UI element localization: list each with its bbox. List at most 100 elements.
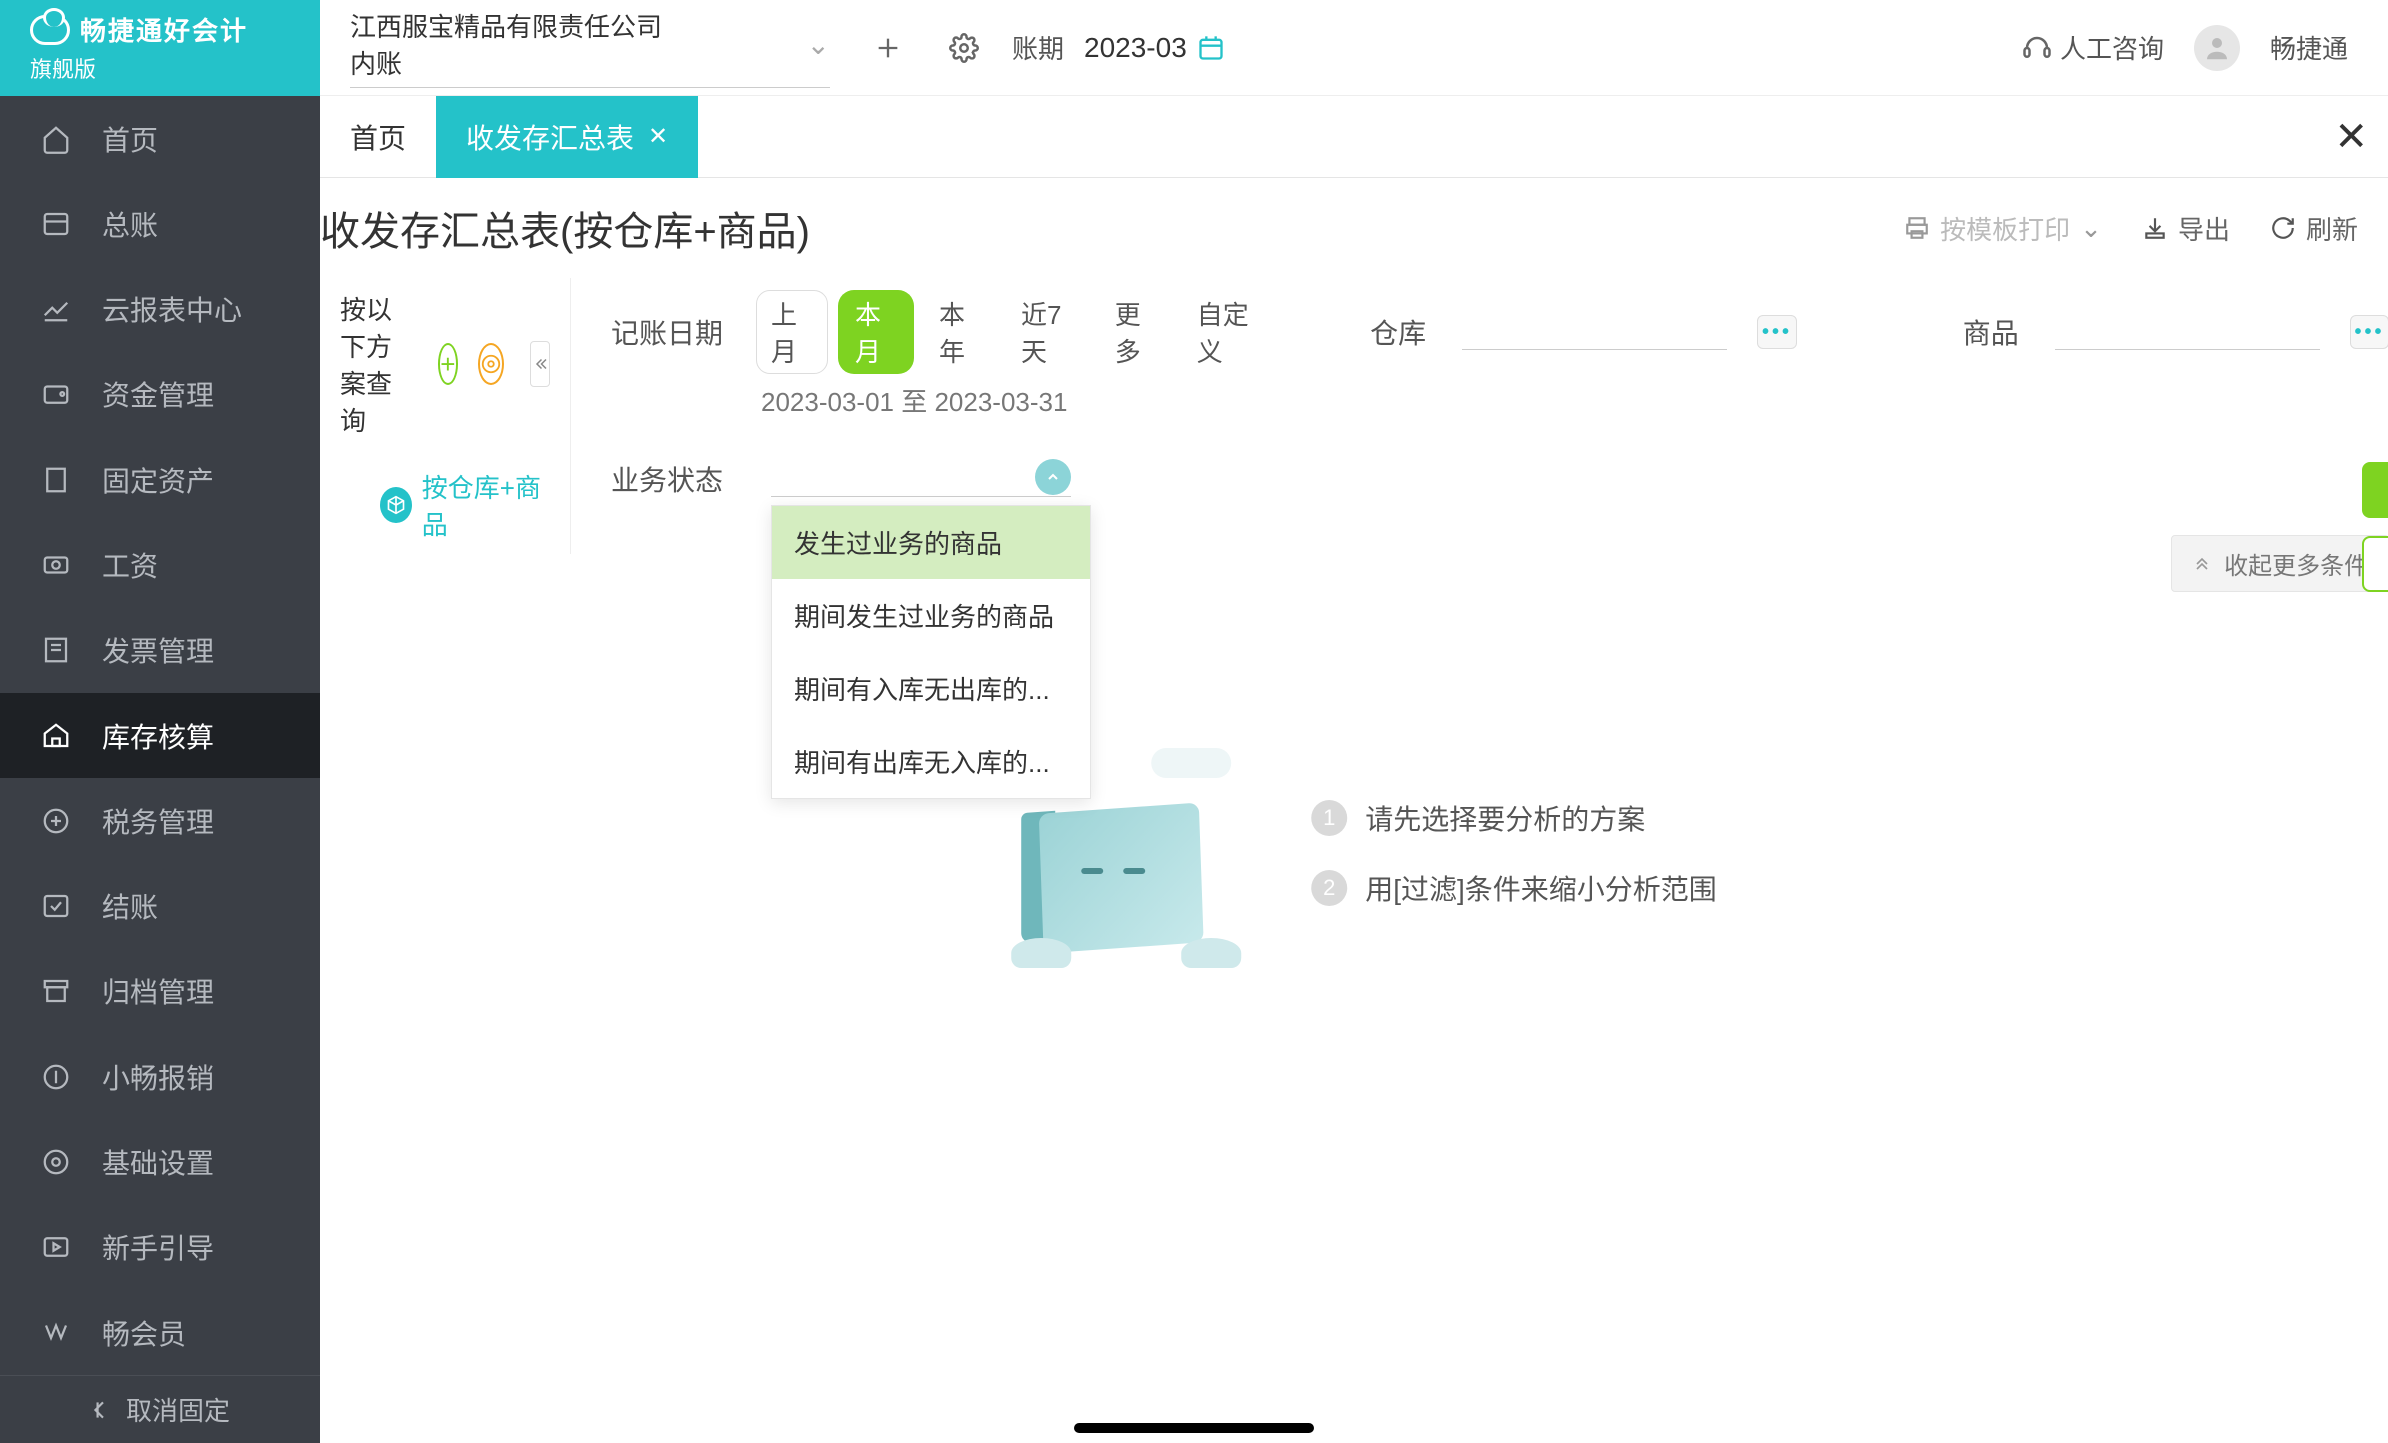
topbar: 畅捷通好会计 旗舰版 江西服宝精品有限责任公司内账 ⌄ 账期 2023-03 人… [0, 0, 2388, 96]
sidebar-item-home[interactable]: 首页 [0, 96, 320, 181]
chip-7days[interactable]: 近7天 [1006, 290, 1090, 374]
support-button[interactable]: 人工咨询 [2022, 29, 2164, 66]
tab-summary[interactable]: 收发存汇总表 ✕ [436, 96, 698, 178]
home-indicator [1074, 1423, 1314, 1433]
sidebar-item-guide[interactable]: 新手引导 [0, 1205, 320, 1290]
tax-icon [40, 805, 72, 837]
chevron-left-icon [531, 355, 549, 373]
headset-icon [2022, 33, 2052, 63]
sidebar-item-tax[interactable]: 税务管理 [0, 778, 320, 863]
warehouse-picker[interactable]: ••• [1757, 315, 1796, 349]
print-button[interactable]: 按模板打印 ⌄ [1904, 210, 2102, 247]
gear-icon[interactable] [946, 30, 982, 66]
chip-custom[interactable]: 自定义 [1182, 290, 1275, 374]
product-input[interactable] [2055, 314, 2320, 350]
logo-block: 畅捷通好会计 旗舰版 [0, 0, 320, 96]
scheme-settings-button[interactable] [478, 343, 504, 385]
sidebar-item-inventory[interactable]: 库存核算 [0, 693, 320, 778]
status-dropdown: 发生过业务的商品 期间发生过业务的商品 期间有入库无出库的... 期间有出库无入… [771, 505, 1091, 799]
empty-step-2: 2 用[过滤]条件来缩小分析范围 [1311, 868, 1717, 908]
primary-action-button[interactable] [2362, 462, 2388, 518]
cloud-logo-icon [30, 15, 70, 45]
add-scheme-button[interactable]: + [438, 343, 458, 385]
brand-name: 畅捷通好会计 [80, 11, 248, 48]
close-icon[interactable]: ✕ [648, 122, 668, 151]
chip-more[interactable]: 更多 [1100, 290, 1172, 374]
dropdown-item[interactable]: 期间有出库无入库的... [772, 725, 1090, 798]
tab-home[interactable]: 首页 [320, 96, 436, 178]
sidebar-item-funds[interactable]: 资金管理 [0, 352, 320, 437]
sidebar-item-expense[interactable]: 小畅报销 [0, 1034, 320, 1119]
wallet-icon [40, 378, 72, 410]
inventory-icon [40, 720, 72, 752]
expense-icon [40, 1061, 72, 1093]
user-name[interactable]: 畅捷通 [2270, 29, 2348, 66]
page-area: 收发存汇总表(按仓库+商品) 按模板打印 ⌄ 导出 刷新 按以下方案查询 + [320, 178, 2388, 1443]
avatar[interactable] [2194, 25, 2240, 71]
sidebar-item-settings[interactable]: 基础设置 [0, 1119, 320, 1204]
export-button[interactable]: 导出 [2142, 210, 2230, 247]
dropdown-item[interactable]: 发生过业务的商品 [772, 506, 1090, 579]
add-icon[interactable] [870, 30, 906, 66]
dropdown-item[interactable]: 期间发生过业务的商品 [772, 579, 1090, 652]
sidebar-item-reports[interactable]: 云报表中心 [0, 267, 320, 352]
status-select[interactable]: 发生过业务的商品 期间发生过业务的商品 期间有入库无出库的... 期间有出库无入… [771, 461, 1071, 497]
warehouse-input[interactable] [1462, 314, 1727, 350]
gear-icon [40, 1146, 72, 1178]
chip-prev-month[interactable]: 上月 [756, 290, 828, 374]
step-badge: 1 [1311, 800, 1347, 836]
sidebar-item-salary[interactable]: 工资 [0, 522, 320, 607]
period-value[interactable]: 2023-03 [1084, 32, 1187, 64]
close-all-tabs[interactable]: ✕ [2334, 114, 2368, 160]
product-label: 商品 [1963, 312, 2025, 352]
sidebar-unpin[interactable]: 取消固定 [0, 1375, 320, 1443]
export-icon [2142, 215, 2168, 241]
status-label: 业务状态 [611, 459, 741, 499]
brand-edition: 旗舰版 [30, 52, 320, 84]
chip-this-year[interactable]: 本年 [924, 290, 996, 374]
collapse-panel-button[interactable] [530, 341, 550, 387]
calendar-icon[interactable] [1197, 34, 1225, 62]
chevron-up-icon[interactable] [1035, 459, 1071, 495]
secondary-action-button[interactable] [2362, 536, 2388, 592]
archive-icon [40, 975, 72, 1007]
filter-fields: 记账日期 上月 本月 本年 近7天 更多 自定义 仓库 ••• 商品 ••• 2… [571, 278, 2388, 554]
company-selector[interactable]: 江西服宝精品有限责任公司内账 ⌄ [350, 7, 830, 88]
warehouse-label: 仓库 [1370, 312, 1432, 352]
collapse-conditions[interactable]: 收起更多条件 [2171, 535, 2388, 592]
period-label: 账期 [1012, 29, 1064, 66]
page-header: 收发存汇总表(按仓库+商品) 按模板打印 ⌄ 导出 刷新 [320, 178, 2388, 278]
sidebar-item-invoice[interactable]: 发票管理 [0, 608, 320, 693]
ledger-icon [40, 208, 72, 240]
sidebar-item-assets[interactable]: 固定资产 [0, 437, 320, 522]
collapse-icon [90, 1397, 116, 1423]
refresh-icon [2270, 215, 2296, 241]
sidebar-item-ledger[interactable]: 总账 [0, 181, 320, 266]
date-label: 记账日期 [611, 312, 726, 352]
chevron-down-icon: ⌄ [807, 28, 830, 61]
empty-step-1: 1 请先选择要分析的方案 [1311, 798, 1717, 838]
date-range: 2023-03-01 至 2023-03-31 [761, 382, 2388, 419]
refresh-button[interactable]: 刷新 [2270, 210, 2358, 247]
support-label: 人工咨询 [2060, 29, 2164, 66]
printer-icon [1904, 215, 1930, 241]
filter-panel: 按以下方案查询 + 按仓库+商品 记账日期 上月 [320, 278, 2388, 554]
product-picker[interactable]: ••• [2350, 315, 2388, 349]
scheme-item[interactable]: 按仓库+商品 [340, 468, 550, 542]
dropdown-item[interactable]: 期间有入库无出库的... [772, 652, 1090, 725]
salary-icon [40, 549, 72, 581]
scheme-hint: 按以下方案查询 [340, 290, 418, 438]
sidebar-item-member[interactable]: 畅会员 [0, 1290, 320, 1375]
sidebar-item-closing[interactable]: 结账 [0, 864, 320, 949]
chevron-down-icon[interactable]: ⌄ [2080, 213, 2102, 244]
home-icon [40, 123, 72, 155]
double-chevron-up-icon [2192, 554, 2212, 574]
step-badge: 2 [1311, 870, 1347, 906]
gear-icon [480, 353, 502, 375]
chip-this-month[interactable]: 本月 [838, 290, 914, 374]
play-icon [40, 1231, 72, 1263]
check-icon [40, 890, 72, 922]
invoice-icon [40, 634, 72, 666]
sidebar-item-archive[interactable]: 归档管理 [0, 949, 320, 1034]
scheme-panel: 按以下方案查询 + 按仓库+商品 [320, 278, 571, 554]
